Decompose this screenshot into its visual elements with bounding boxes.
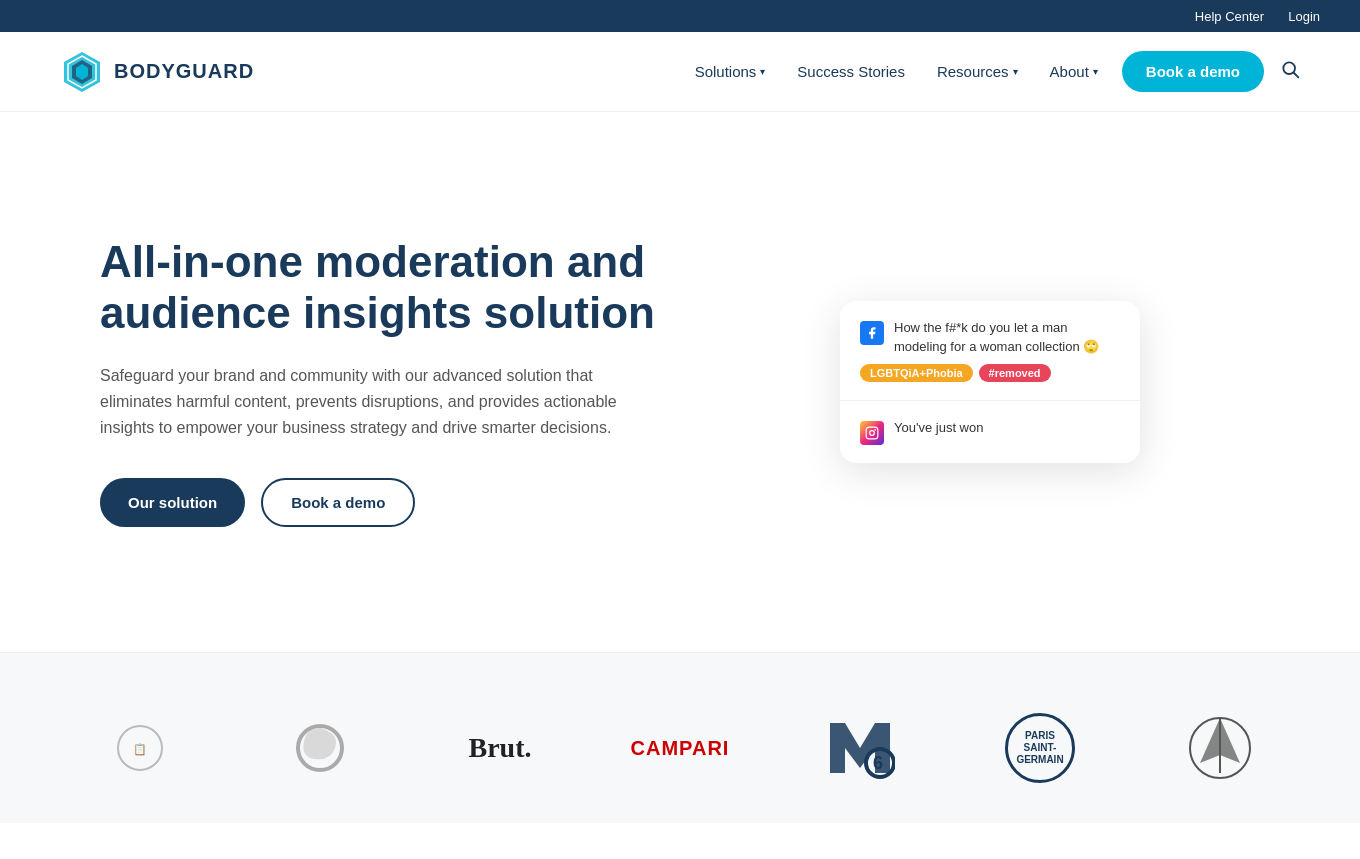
hero-title: All-in-one moderation and audience insig…: [100, 237, 680, 338]
svg-point-8: [874, 429, 876, 431]
moderation-item-1: How the f#*k do you let a man modeling f…: [840, 301, 1140, 400]
partner-logo-1: 📋: [80, 713, 200, 783]
psg-text: PARISSAINT-GERMAIN: [1016, 730, 1063, 766]
solutions-chevron-icon: ▾: [760, 66, 765, 77]
moderation-item-2: You've just won: [840, 401, 1140, 463]
partner-logo-brut: Brut.: [440, 713, 560, 783]
our-solution-button[interactable]: Our solution: [100, 478, 245, 527]
brut-logo-text: Brut.: [469, 732, 532, 764]
about-chevron-icon: ▾: [1093, 66, 1098, 77]
partner-logo-2: [260, 713, 380, 783]
logos-row: 📋 Brut. CAMPARI 6: [60, 713, 1300, 783]
partner-logo-campari: CAMPARI: [620, 713, 740, 783]
instagram-icon: [860, 421, 884, 445]
psg-circle: PARISSAINT-GERMAIN: [1005, 713, 1075, 783]
logo-text: BODYGUARD: [114, 60, 254, 83]
hero-description: Safeguard your brand and community with …: [100, 363, 620, 442]
solutions-nav[interactable]: Solutions ▾: [695, 63, 766, 80]
partner-logo-sailing: [1160, 713, 1280, 783]
mod-tags-1: LGBTQiA+Phobia #removed: [860, 364, 1120, 382]
login-link[interactable]: Login: [1288, 9, 1320, 24]
search-icon: [1280, 59, 1300, 79]
tag-lgbtq: LGBTQiA+Phobia: [860, 364, 973, 382]
logos-section: 📋 Brut. CAMPARI 6: [0, 652, 1360, 823]
mod-text-2: You've just won: [894, 419, 983, 437]
partner-logo-m6: 6: [800, 713, 920, 783]
hero-text-block: All-in-one moderation and audience insig…: [100, 237, 680, 526]
partner-logo-psg: PARISSAINT-GERMAIN: [980, 713, 1100, 783]
svg-text:6: 6: [873, 753, 883, 773]
hero-buttons: Our solution Book a demo: [100, 478, 680, 527]
resources-chevron-icon: ▾: [1013, 66, 1018, 77]
facebook-icon: [860, 321, 884, 345]
book-demo-hero-button[interactable]: Book a demo: [261, 478, 415, 527]
sailing-logo-icon: [1185, 713, 1255, 783]
svg-text:📋: 📋: [133, 742, 147, 756]
resources-nav[interactable]: Resources ▾: [937, 63, 1018, 80]
top-bar: Help Center Login: [0, 0, 1360, 32]
logo-icon: [60, 50, 104, 94]
about-nav[interactable]: About ▾: [1050, 63, 1098, 80]
nav-links: Solutions ▾ Success Stories Resources ▾ …: [695, 63, 1098, 80]
mod-text-1: How the f#*k do you let a man modeling f…: [894, 319, 1120, 355]
success-stories-nav[interactable]: Success Stories: [797, 63, 905, 80]
tag-removed: #removed: [979, 364, 1051, 382]
hero-section: All-in-one moderation and audience insig…: [0, 112, 1360, 652]
svg-rect-6: [866, 427, 878, 439]
svg-point-7: [870, 430, 875, 435]
search-button[interactable]: [1280, 59, 1300, 84]
moderation-card: How the f#*k do you let a man modeling f…: [840, 301, 1140, 462]
help-center-link[interactable]: Help Center: [1195, 9, 1264, 24]
navbar: BODYGUARD Solutions ▾ Success Stories Re…: [0, 32, 1360, 112]
svg-line-5: [1294, 73, 1299, 78]
book-demo-button[interactable]: Book a demo: [1122, 51, 1264, 92]
campari-logo-text: CAMPARI: [631, 737, 730, 760]
logo[interactable]: BODYGUARD: [60, 50, 254, 94]
hero-visual: How the f#*k do you let a man modeling f…: [680, 301, 1300, 462]
m6-logo-icon: 6: [825, 713, 895, 783]
